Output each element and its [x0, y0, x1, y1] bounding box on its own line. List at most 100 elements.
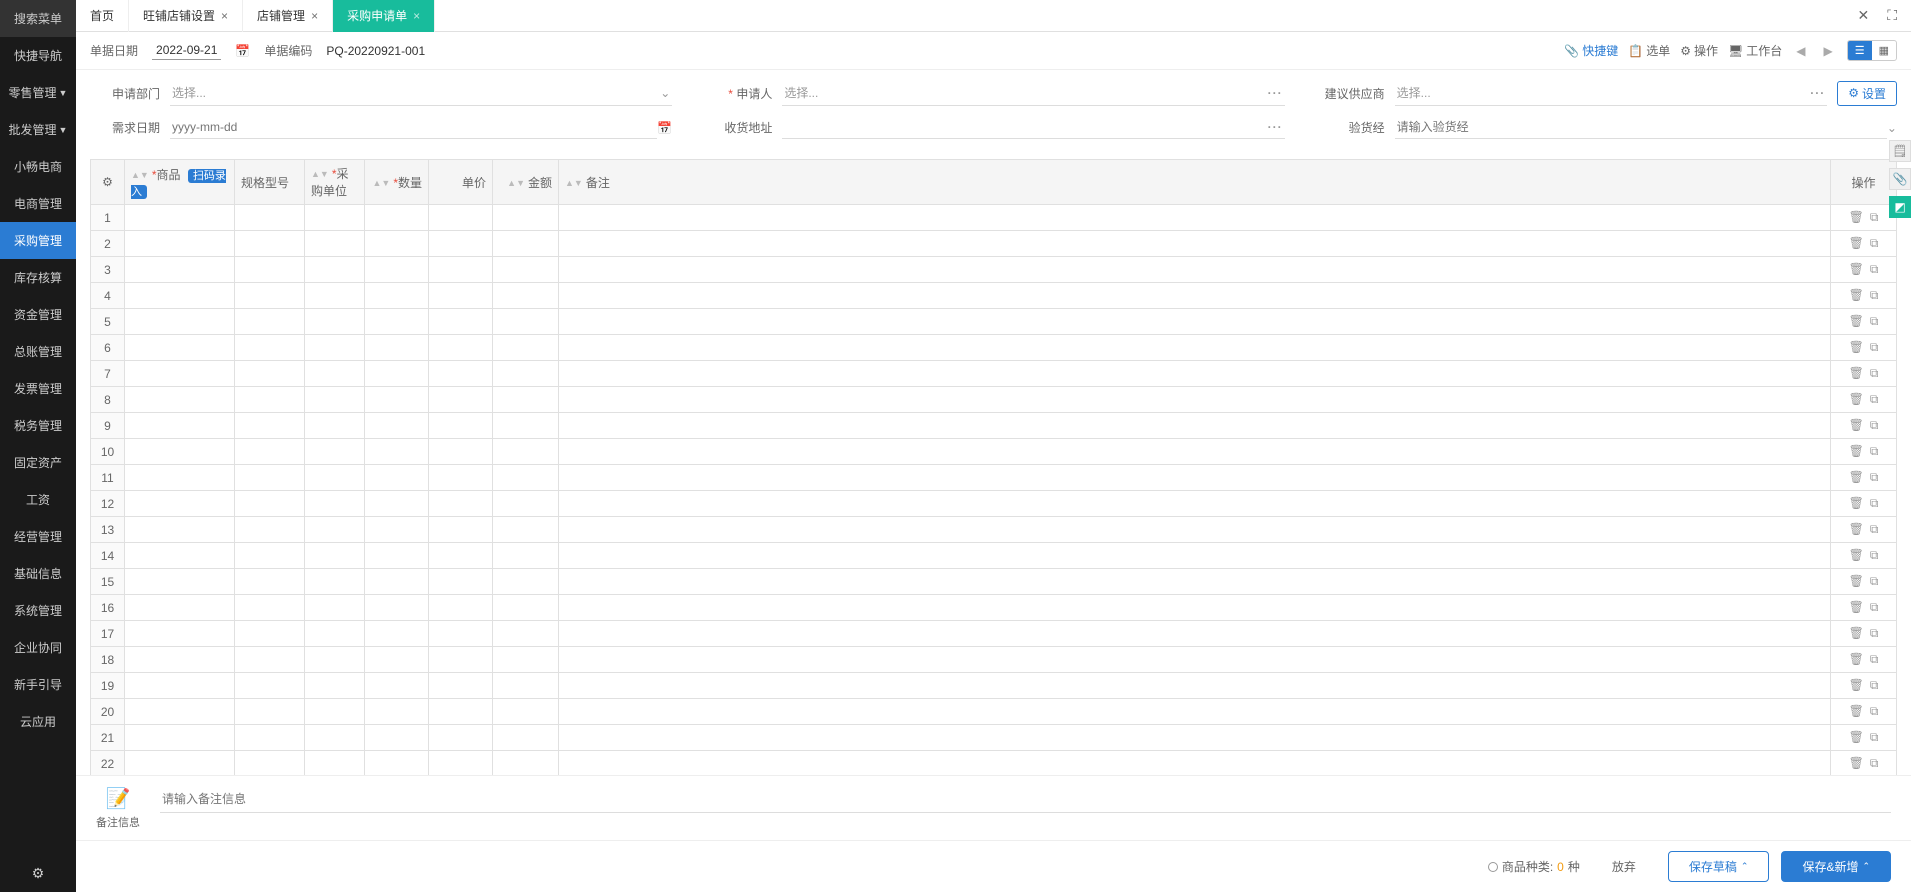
save-draft-button[interactable]: 保存草稿⌃: [1668, 851, 1770, 882]
sidebar-item-5[interactable]: 电商管理: [0, 185, 76, 222]
delete-row-icon[interactable]: 🗑: [1849, 262, 1864, 276]
copy-row-icon[interactable]: ⧉: [1870, 704, 1879, 718]
sidebar-item-4[interactable]: 小畅电商: [0, 148, 76, 185]
delete-row-icon[interactable]: 🗑: [1849, 756, 1864, 770]
sidebar-item-11[interactable]: 税务管理: [0, 407, 76, 444]
table-row[interactable]: 14🗑⧉: [91, 543, 1897, 569]
copy-row-icon[interactable]: ⧉: [1870, 600, 1879, 614]
copy-row-icon[interactable]: ⧉: [1870, 678, 1879, 692]
supplier-select[interactable]: 选择... ···: [1395, 80, 1828, 106]
copy-row-icon[interactable]: ⧉: [1870, 730, 1879, 744]
delete-row-icon[interactable]: 🗑: [1849, 548, 1864, 562]
copy-row-icon[interactable]: ⧉: [1870, 392, 1879, 406]
copy-row-icon[interactable]: ⧉: [1870, 756, 1879, 770]
tab-3[interactable]: 采购申请单×: [333, 0, 435, 32]
table-row[interactable]: 20🗑⧉: [91, 699, 1897, 725]
table-row[interactable]: 15🗑⧉: [91, 569, 1897, 595]
delete-row-icon[interactable]: 🗑: [1849, 392, 1864, 406]
col-unit[interactable]: ▲▼*采购单位: [305, 160, 365, 205]
delete-row-icon[interactable]: 🗑: [1849, 470, 1864, 484]
shortcut-link[interactable]: 📎 快捷键: [1564, 42, 1618, 59]
copy-row-icon[interactable]: ⧉: [1870, 574, 1879, 588]
table-row[interactable]: 1🗑⧉: [91, 205, 1897, 231]
delete-row-icon[interactable]: 🗑: [1849, 314, 1864, 328]
copy-row-icon[interactable]: ⧉: [1870, 496, 1879, 510]
sidebar-item-16[interactable]: 系统管理: [0, 592, 76, 629]
more-dots-icon[interactable]: ···: [1268, 86, 1283, 100]
sidebar-item-1[interactable]: 快捷导航: [0, 37, 76, 74]
settings-button[interactable]: ⚙ 设置: [1837, 81, 1897, 106]
next-arrow-icon[interactable]: ▶: [1819, 44, 1836, 58]
tab-2[interactable]: 店铺管理×: [243, 0, 333, 32]
table-row[interactable]: 18🗑⧉: [91, 647, 1897, 673]
tab-close-icon[interactable]: ×: [311, 9, 318, 23]
delete-row-icon[interactable]: 🗑: [1849, 704, 1864, 718]
abandon-button[interactable]: 放弃: [1592, 852, 1656, 881]
tab-0[interactable]: 首页: [76, 0, 129, 32]
table-row[interactable]: 10🗑⧉: [91, 439, 1897, 465]
sidebar-item-9[interactable]: 总账管理: [0, 333, 76, 370]
column-settings-icon[interactable]: ⚙: [91, 160, 125, 205]
delete-row-icon[interactable]: 🗑: [1849, 678, 1864, 692]
calendar-icon[interactable]: 📅: [657, 121, 672, 135]
copy-row-icon[interactable]: ⧉: [1870, 548, 1879, 562]
delete-row-icon[interactable]: 🗑: [1849, 366, 1864, 380]
sidebar-item-3[interactable]: 批发管理▼: [0, 111, 76, 148]
table-row[interactable]: 22🗑⧉: [91, 751, 1897, 776]
tab-close-icon[interactable]: ×: [221, 9, 228, 23]
sidebar-item-18[interactable]: 新手引导: [0, 666, 76, 703]
sidebar-item-8[interactable]: 资金管理: [0, 296, 76, 333]
radio-icon[interactable]: [1488, 862, 1498, 872]
table-row[interactable]: 9🗑⧉: [91, 413, 1897, 439]
table-row[interactable]: 2🗑⧉: [91, 231, 1897, 257]
table-row[interactable]: 16🗑⧉: [91, 595, 1897, 621]
table-row[interactable]: 12🗑⧉: [91, 491, 1897, 517]
sidebar-item-2[interactable]: 零售管理▼: [0, 74, 76, 111]
table-row[interactable]: 5🗑⧉: [91, 309, 1897, 335]
sidebar-item-0[interactable]: 搜索菜单: [0, 0, 76, 37]
delete-row-icon[interactable]: 🗑: [1849, 730, 1864, 744]
delete-row-icon[interactable]: 🗑: [1849, 210, 1864, 224]
prev-arrow-icon[interactable]: ◀: [1792, 44, 1809, 58]
table-row[interactable]: 19🗑⧉: [91, 673, 1897, 699]
delete-row-icon[interactable]: 🗑: [1849, 444, 1864, 458]
delete-row-icon[interactable]: 🗑: [1849, 600, 1864, 614]
more-dots-icon[interactable]: ···: [1268, 120, 1283, 134]
copy-row-icon[interactable]: ⧉: [1870, 626, 1879, 640]
more-dots-icon[interactable]: ···: [1810, 86, 1825, 100]
close-window-icon[interactable]: ✕: [1851, 7, 1875, 24]
view-grid-icon[interactable]: ▦: [1872, 41, 1896, 60]
copy-row-icon[interactable]: ⧉: [1870, 366, 1879, 380]
ship-addr-select[interactable]: ···: [782, 116, 1284, 139]
delete-row-icon[interactable]: 🗑: [1849, 418, 1864, 432]
inspector-input[interactable]: [1395, 116, 1887, 139]
settings-gear-icon[interactable]: ⚙: [32, 865, 45, 881]
delete-row-icon[interactable]: 🗑: [1849, 652, 1864, 666]
remarks-input[interactable]: [160, 786, 1891, 813]
delete-row-icon[interactable]: 🗑: [1849, 340, 1864, 354]
col-qty[interactable]: ▲▼*数量: [365, 160, 429, 205]
sidebar-item-12[interactable]: 固定资产: [0, 444, 76, 481]
copy-row-icon[interactable]: ⧉: [1870, 522, 1879, 536]
col-spec[interactable]: 规格型号: [235, 160, 305, 205]
delete-row-icon[interactable]: 🗑: [1849, 574, 1864, 588]
copy-row-icon[interactable]: ⧉: [1870, 418, 1879, 432]
demand-date-input[interactable]: [170, 116, 657, 139]
view-list-icon[interactable]: ☰: [1848, 41, 1872, 60]
sidebar-item-15[interactable]: 基础信息: [0, 555, 76, 592]
table-row[interactable]: 8🗑⧉: [91, 387, 1897, 413]
rail-attach-icon[interactable]: 📎: [1889, 168, 1911, 190]
sidebar-item-13[interactable]: 工资: [0, 481, 76, 518]
col-amount[interactable]: ▲▼金额: [493, 160, 559, 205]
sidebar-item-19[interactable]: 云应用: [0, 703, 76, 740]
tab-1[interactable]: 旺铺店铺设置×: [129, 0, 243, 32]
select-order-link[interactable]: 📋 选单: [1628, 42, 1670, 59]
col-product[interactable]: ▲▼*商品 扫码录入: [125, 160, 235, 205]
sidebar-item-10[interactable]: 发票管理: [0, 370, 76, 407]
sidebar-item-7[interactable]: 库存核算: [0, 259, 76, 296]
copy-row-icon[interactable]: ⧉: [1870, 210, 1879, 224]
col-price[interactable]: 单价: [429, 160, 493, 205]
dept-select[interactable]: 选择... ⌄: [170, 80, 672, 106]
calendar-icon[interactable]: 📅: [235, 44, 250, 58]
table-row[interactable]: 4🗑⧉: [91, 283, 1897, 309]
